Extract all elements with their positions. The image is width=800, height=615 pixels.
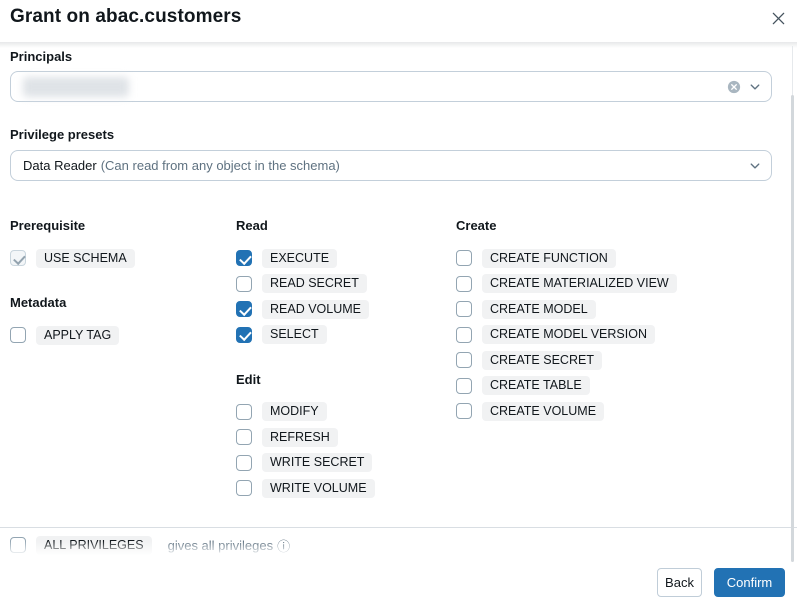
info-icon[interactable]: ⓘ — [277, 536, 290, 555]
privilege-row: WRITE VOLUME — [236, 478, 448, 498]
checkbox-create-materialized-view[interactable] — [456, 275, 472, 292]
group-heading: Metadata — [10, 295, 67, 310]
group-prerequisite: Prerequisite USE SCHEMA — [10, 218, 222, 268]
checkbox-use-schema[interactable] — [10, 250, 26, 266]
group-heading: Create — [456, 218, 497, 233]
scrollbar-thumb[interactable] — [791, 95, 794, 562]
privilege-row: CREATE MODEL — [456, 299, 786, 319]
privilege-label: CREATE VOLUME — [482, 401, 605, 421]
privilege-label: EXECUTE — [262, 248, 338, 268]
privilege-label: REFRESH — [262, 427, 338, 447]
checkbox-create-secret[interactable] — [456, 352, 472, 368]
checkbox-create-model[interactable] — [456, 301, 472, 317]
checkbox-create-volume[interactable] — [456, 403, 472, 419]
checkbox-write-secret[interactable] — [236, 454, 252, 471]
selected-principal-redacted — [23, 76, 129, 97]
privilege-presets-select[interactable]: Data Reader (Can read from any object in… — [10, 150, 772, 181]
group-heading: Read — [236, 218, 268, 233]
checkbox-modify[interactable] — [236, 403, 252, 420]
privilege-label: WRITE SECRET — [262, 453, 373, 472]
checkbox-read-volume[interactable] — [236, 301, 252, 317]
privilege-label: WRITE VOLUME — [262, 478, 375, 498]
privilege-label: READ VOLUME — [262, 299, 369, 319]
chevron-down-icon[interactable] — [749, 160, 761, 172]
privilege-row: EXECUTE — [236, 248, 448, 268]
privilege-row: REFRESH — [236, 427, 448, 447]
privilege-label: READ SECRET — [262, 274, 367, 293]
privilege-label: CREATE FUNCTION — [482, 248, 616, 268]
clear-selection-icon[interactable] — [727, 80, 741, 94]
close-icon-glyph — [772, 12, 784, 24]
scroll-shadow-top — [0, 42, 797, 48]
privilege-label: CREATE MATERIALIZED VIEW — [482, 274, 677, 293]
all-privileges-row: ALL PRIVILEGES gives all privileges ⓘ — [10, 535, 291, 555]
privilege-column-1: Prerequisite USE SCHEMA Metadata APPLY T… — [10, 218, 222, 352]
privilege-row: CREATE TABLE — [456, 376, 786, 395]
privilege-label: MODIFY — [262, 402, 327, 421]
checkbox-create-model-version[interactable] — [456, 326, 472, 343]
checkbox-all-privileges[interactable] — [10, 537, 26, 553]
preset-selected-description: (Can read from any object in the schema) — [100, 158, 340, 173]
checkbox-read-secret[interactable] — [236, 275, 252, 292]
group-edit: Edit MODIFY REFRESH WRITE SECRET WRITE V… — [236, 372, 448, 498]
privilege-row: CREATE SECRET — [456, 350, 786, 370]
principals-combobox[interactable] — [10, 71, 772, 102]
privilege-row: SELECT — [236, 325, 448, 344]
privilege-row: APPLY TAG — [10, 325, 222, 345]
privilege-presets-label: Privilege presets — [10, 127, 115, 142]
chevron-down-icon[interactable] — [749, 81, 761, 93]
privilege-row: CREATE VOLUME — [456, 401, 786, 421]
checkbox-create-function[interactable] — [456, 250, 472, 266]
privilege-label: CREATE TABLE — [482, 376, 590, 395]
privilege-row: WRITE SECRET — [236, 453, 448, 472]
principals-label: Principals — [10, 49, 73, 64]
checkbox-execute[interactable] — [236, 250, 252, 266]
checkbox-write-volume[interactable] — [236, 480, 252, 496]
group-read: Read EXECUTE READ SECRET READ VOLUME SEL… — [236, 218, 448, 344]
page-title: Grant on abac.customers — [10, 6, 242, 27]
checkbox-create-table[interactable] — [456, 377, 472, 394]
privilege-row: CREATE MODEL VERSION — [456, 325, 786, 344]
privilege-row: READ VOLUME — [236, 299, 448, 319]
all-privileges-hint: gives all privileges ⓘ — [167, 536, 291, 555]
privilege-row: MODIFY — [236, 402, 448, 421]
privilege-label: CREATE SECRET — [482, 350, 602, 370]
checkbox-apply-tag[interactable] — [10, 327, 26, 343]
group-metadata: Metadata APPLY TAG — [10, 295, 222, 345]
privilege-row: CREATE MATERIALIZED VIEW — [456, 274, 786, 293]
privilege-column-3: Create CREATE FUNCTION CREATE MATERIALIZ… — [456, 218, 786, 428]
preset-selected-value: Data Reader — [23, 158, 97, 173]
group-heading: Edit — [236, 371, 261, 387]
checkbox-refresh[interactable] — [236, 429, 252, 445]
all-privileges-label: ALL PRIVILEGES — [36, 535, 152, 555]
privilege-row: CREATE FUNCTION — [456, 248, 786, 268]
privilege-row: READ SECRET — [236, 274, 448, 293]
group-create: Create CREATE FUNCTION CREATE MATERIALIZ… — [456, 218, 786, 421]
privilege-column-2: Read EXECUTE READ SECRET READ VOLUME SEL… — [236, 218, 448, 505]
privilege-label: SELECT — [262, 325, 327, 344]
confirm-button[interactable]: Confirm — [714, 568, 785, 597]
privilege-label: APPLY TAG — [36, 325, 120, 345]
checkbox-select[interactable] — [236, 326, 252, 343]
privilege-label: CREATE MODEL VERSION — [482, 325, 655, 344]
close-icon[interactable] — [768, 8, 788, 28]
privilege-row: USE SCHEMA — [10, 248, 222, 268]
privilege-label: CREATE MODEL — [482, 299, 596, 319]
back-button[interactable]: Back — [657, 568, 702, 597]
divider — [0, 527, 797, 528]
group-heading: Prerequisite — [10, 218, 86, 233]
privilege-label: USE SCHEMA — [36, 248, 135, 268]
